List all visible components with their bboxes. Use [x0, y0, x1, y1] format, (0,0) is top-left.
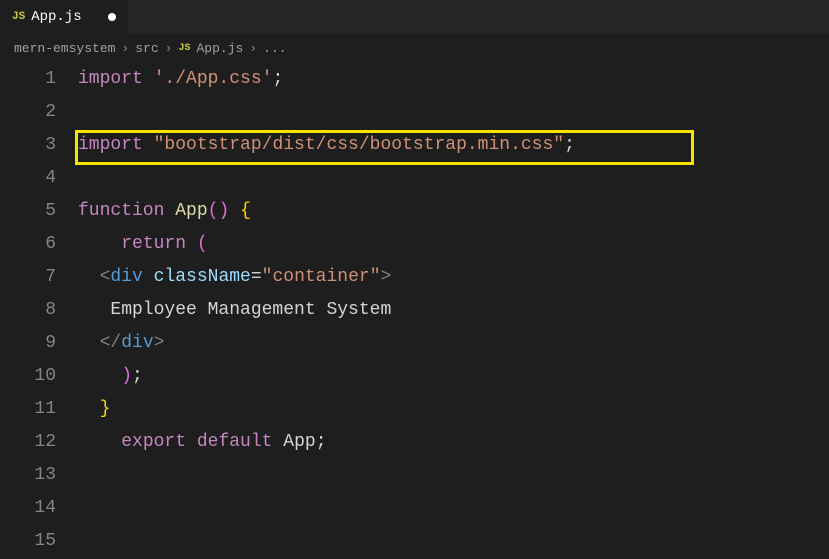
line-number: 7	[0, 261, 56, 294]
line-number-gutter: 123456789101112131415	[0, 63, 78, 558]
chevron-right-icon: ›	[249, 41, 257, 56]
code-line[interactable]: export default App;	[78, 426, 829, 459]
line-number: 1	[0, 63, 56, 96]
code-line[interactable]: import "bootstrap/dist/css/bootstrap.min…	[78, 129, 829, 162]
line-number: 6	[0, 228, 56, 261]
code-line[interactable]: </div>	[78, 327, 829, 360]
code-line[interactable]	[78, 96, 829, 129]
breadcrumb-segment[interactable]: mern-emsystem	[14, 41, 115, 56]
code-editor[interactable]: 123456789101112131415 import './App.css'…	[0, 61, 829, 558]
js-file-icon: JS	[178, 43, 190, 54]
code-line[interactable]: import './App.css';	[78, 63, 829, 96]
line-number: 10	[0, 360, 56, 393]
breadcrumb-file[interactable]: App.js	[196, 41, 243, 56]
code-line[interactable]	[78, 492, 829, 525]
code-line[interactable]	[78, 162, 829, 195]
unsaved-indicator-icon	[108, 13, 116, 21]
chevron-right-icon: ›	[165, 41, 173, 56]
line-number: 8	[0, 294, 56, 327]
tab-app-js[interactable]: JS App.js	[0, 0, 128, 34]
line-number: 5	[0, 195, 56, 228]
tab-filename: App.js	[31, 9, 81, 25]
code-line[interactable]	[78, 525, 829, 558]
code-line[interactable]	[78, 459, 829, 492]
breadcrumb[interactable]: mern-emsystem › src › JS App.js › ...	[0, 35, 829, 61]
code-line[interactable]: <div className="container">	[78, 261, 829, 294]
js-file-icon: JS	[12, 11, 25, 23]
code-line[interactable]: Employee Management System	[78, 294, 829, 327]
line-number: 13	[0, 459, 56, 492]
code-line[interactable]: );	[78, 360, 829, 393]
line-number: 11	[0, 393, 56, 426]
breadcrumb-segment[interactable]: src	[135, 41, 158, 56]
code-line[interactable]: }	[78, 393, 829, 426]
line-number: 12	[0, 426, 56, 459]
line-number: 2	[0, 96, 56, 129]
breadcrumb-more[interactable]: ...	[263, 41, 286, 56]
chevron-right-icon: ›	[121, 41, 129, 56]
tab-bar: JS App.js	[0, 0, 829, 35]
line-number: 14	[0, 492, 56, 525]
code-line[interactable]: return (	[78, 228, 829, 261]
line-number: 3	[0, 129, 56, 162]
code-line[interactable]: function App() {	[78, 195, 829, 228]
line-number: 9	[0, 327, 56, 360]
line-number: 15	[0, 525, 56, 558]
line-number: 4	[0, 162, 56, 195]
code-area[interactable]: import './App.css'; import "bootstrap/dis…	[78, 63, 829, 558]
